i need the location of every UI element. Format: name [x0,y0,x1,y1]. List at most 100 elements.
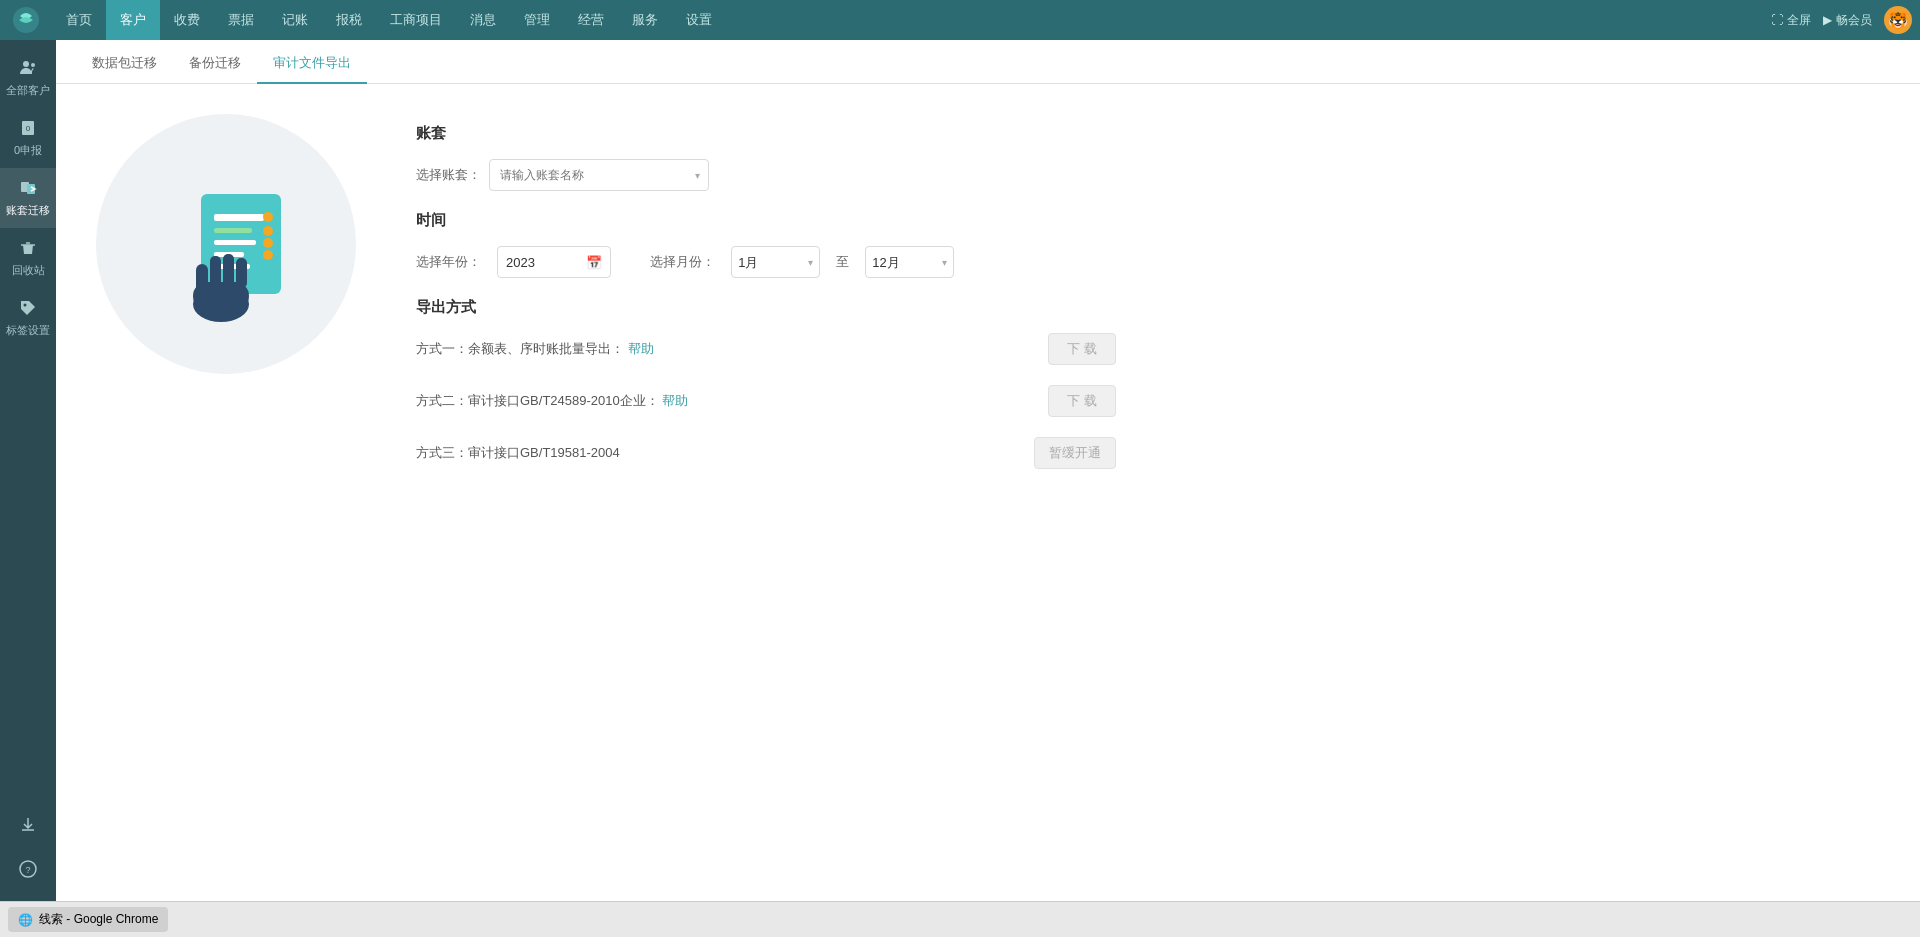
migrate-icon [18,178,38,200]
svg-point-19 [263,250,273,260]
nav-customer[interactable]: 客户 [106,0,160,40]
svg-rect-11 [214,214,264,221]
member-button[interactable]: ▶ 畅会员 [1823,12,1872,29]
sidebar-item-trash[interactable]: 回收站 [0,228,56,288]
tag-icon [18,298,38,320]
nav-bookkeeping[interactable]: 记账 [268,0,322,40]
month-start-dropdown[interactable]: 1月2月3月4月 5月6月7月8月 9月10月11月12月 [732,255,802,270]
method1-download-button[interactable]: 下 载 [1048,333,1116,365]
year-input-wrap[interactable]: 📅 [497,246,611,278]
content-area: 数据包迁移 备份迁移 审计文件导出 [56,40,1920,901]
sidebar-item-migrate[interactable]: 账套迁移 [0,168,56,228]
tab-bar: 数据包迁移 备份迁移 审计文件导出 [56,40,1920,84]
method1-help-link[interactable]: 帮助 [628,341,654,356]
main-layout: 全部客户 0 0申报 账套迁移 [0,40,1920,901]
form-area: 账套 选择账套： ▾ 时间 选择年份： 📅 [416,114,1116,489]
svg-text:0: 0 [26,124,31,133]
fullscreen-icon: ⛶ [1771,13,1783,27]
method2-help-link[interactable]: 帮助 [662,393,688,408]
year-input[interactable] [498,255,578,270]
svg-rect-24 [223,254,234,288]
sidebar-label-zero: 0申报 [14,143,42,158]
month-start-select[interactable]: 1月2月3月4月 5月6月7月8月 9月10月11月12月 ▾ [731,246,820,278]
month-end-dropdown[interactable]: 1月2月3月4月 5月6月7月8月 9月10月11月12月 [866,255,936,270]
method3-text: 方式三：审计接口GB/T19581-2004 [416,444,620,462]
sidebar-help-button[interactable]: ? [0,849,56,889]
nav-fee[interactable]: 收费 [160,0,214,40]
sidebar-item-zero-report[interactable]: 0 0申报 [0,108,56,168]
tab-audit-export[interactable]: 审计文件导出 [257,44,367,84]
taskbar-label: 线索 - Google Chrome [39,911,158,928]
trash-icon [18,238,38,260]
nav-message[interactable]: 消息 [456,0,510,40]
svg-rect-25 [236,258,247,288]
method1-label: 方式一：余额表、序时账批量导出： [416,341,624,356]
account-form-row: 选择账套： ▾ [416,159,1116,191]
sidebar: 全部客户 0 0申报 账套迁移 [0,40,56,901]
export-section-title: 导出方式 [416,298,1116,317]
method3-vip-button[interactable]: 暂缓开通 [1034,437,1116,469]
account-select[interactable]: ▾ [489,159,709,191]
chrome-icon: 🌐 [18,913,33,927]
sidebar-label-trash: 回收站 [12,263,45,278]
app-logo [8,2,44,38]
year-label: 选择年份： [416,253,481,271]
sidebar-item-all-customers[interactable]: 全部客户 [0,48,56,108]
top-nav-right: ⛶ 全屏 ▶ 畅会员 🐯 [1771,6,1912,34]
avatar[interactable]: 🐯 [1884,6,1912,34]
member-icon: ▶ [1823,13,1832,27]
calendar-icon[interactable]: 📅 [578,255,610,270]
nav-settings[interactable]: 设置 [672,0,726,40]
method2-label: 方式二：审计接口GB/T24589-2010企业： [416,393,659,408]
method2-text: 方式二：审计接口GB/T24589-2010企业： 帮助 [416,392,688,410]
nav-manage[interactable]: 管理 [510,0,564,40]
sidebar-label-customers: 全部客户 [6,83,50,98]
svg-rect-22 [196,264,208,294]
month-end-select[interactable]: 1月2月3月4月 5月6月7月8月 9月10月11月12月 ▾ [865,246,954,278]
sidebar-bottom: ? [0,805,56,901]
svg-point-17 [263,226,273,236]
sidebar-label-migrate: 账套迁移 [6,203,50,218]
tab-backup-migrate[interactable]: 备份迁移 [173,44,257,84]
method3-label: 方式三：审计接口GB/T19581-2004 [416,445,620,460]
zero-report-icon: 0 [18,118,38,140]
account-label: 选择账套： [416,166,481,184]
users-icon [18,58,38,80]
nav-service[interactable]: 服务 [618,0,672,40]
svg-point-18 [263,238,273,248]
time-section-title: 时间 [416,211,1116,230]
time-form-row: 选择年份： 📅 选择月份： 1月2月3月4月 5月6月7月8月 9月10月11月… [416,246,1116,278]
nav-business[interactable]: 工商项目 [376,0,456,40]
sidebar-item-tag[interactable]: 标签设置 [0,288,56,348]
svg-text:?: ? [25,865,30,875]
nav-home[interactable]: 首页 [52,0,106,40]
fullscreen-label: 全屏 [1787,12,1811,29]
sidebar-download-button[interactable] [0,805,56,845]
taskbar-chrome[interactable]: 🌐 线索 - Google Chrome [8,907,168,932]
illustration-area [96,114,356,374]
top-navigation: 首页 客户 收费 票据 记账 报税 工商项目 消息 管理 经营 服务 设置 ⛶ … [0,0,1920,40]
nav-items: 首页 客户 收费 票据 记账 报税 工商项目 消息 管理 经营 服务 设置 [52,0,1771,40]
export-method-3: 方式三：审计接口GB/T19581-2004 暂缓开通 [416,437,1116,469]
month-start-arrow: ▾ [802,257,819,268]
svg-point-16 [263,212,273,222]
svg-rect-12 [214,228,252,233]
nav-tax[interactable]: 报税 [322,0,376,40]
export-method-2: 方式二：审计接口GB/T24589-2010企业： 帮助 下 载 [416,385,1116,417]
nav-invoice[interactable]: 票据 [214,0,268,40]
fullscreen-button[interactable]: ⛶ 全屏 [1771,12,1811,29]
svg-rect-23 [210,256,221,290]
illustration-circle [96,114,356,374]
export-method-1: 方式一：余额表、序时账批量导出： 帮助 下 载 [416,333,1116,365]
sidebar-label-tag: 标签设置 [6,323,50,338]
svg-point-7 [24,304,27,307]
taskbar: 🌐 线索 - Google Chrome [0,901,1920,937]
tab-data-migrate[interactable]: 数据包迁移 [76,44,173,84]
method2-download-button[interactable]: 下 载 [1048,385,1116,417]
account-input[interactable] [490,168,687,182]
svg-point-1 [23,61,29,67]
account-dropdown-icon[interactable]: ▾ [687,170,708,181]
nav-operate[interactable]: 经营 [564,0,618,40]
svg-rect-13 [214,240,256,245]
page-content: 账套 选择账套： ▾ 时间 选择年份： 📅 [56,84,1920,901]
